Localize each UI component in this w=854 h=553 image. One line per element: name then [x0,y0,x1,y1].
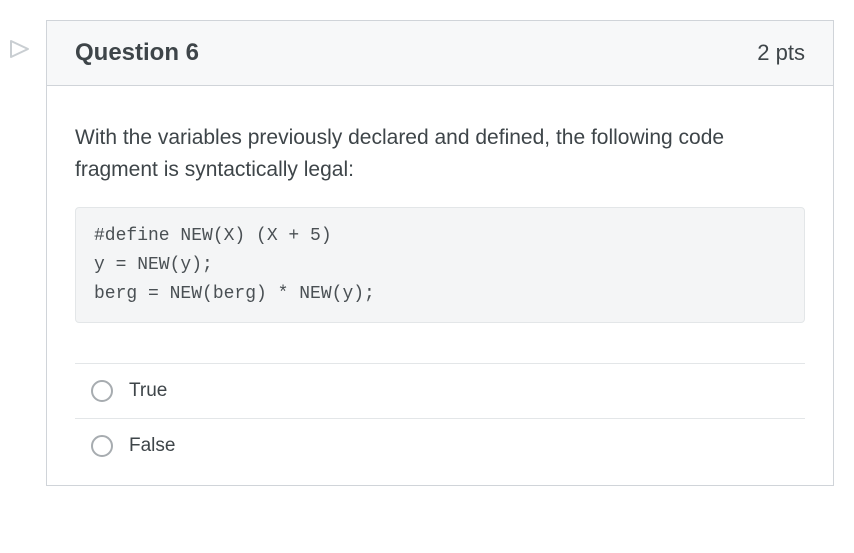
question-card: Question 6 2 pts With the variables prev… [46,20,834,486]
question-body: With the variables previously declared a… [47,86,833,485]
option-false[interactable]: False [75,419,805,473]
question-container: Question 6 2 pts With the variables prev… [8,20,834,486]
question-header: Question 6 2 pts [47,21,833,86]
radio-icon[interactable] [91,380,113,402]
question-title: Question 6 [75,39,199,67]
question-prompt: With the variables previously declared a… [75,122,805,185]
options-list: True False [75,363,805,473]
code-block: #define NEW(X) (X + 5) y = NEW(y); berg … [75,207,805,323]
option-label: True [129,380,167,402]
option-label: False [129,435,175,457]
option-true[interactable]: True [75,364,805,419]
radio-icon[interactable] [91,435,113,457]
flag-outline-icon[interactable] [8,38,34,69]
question-points: 2 pts [757,40,805,66]
